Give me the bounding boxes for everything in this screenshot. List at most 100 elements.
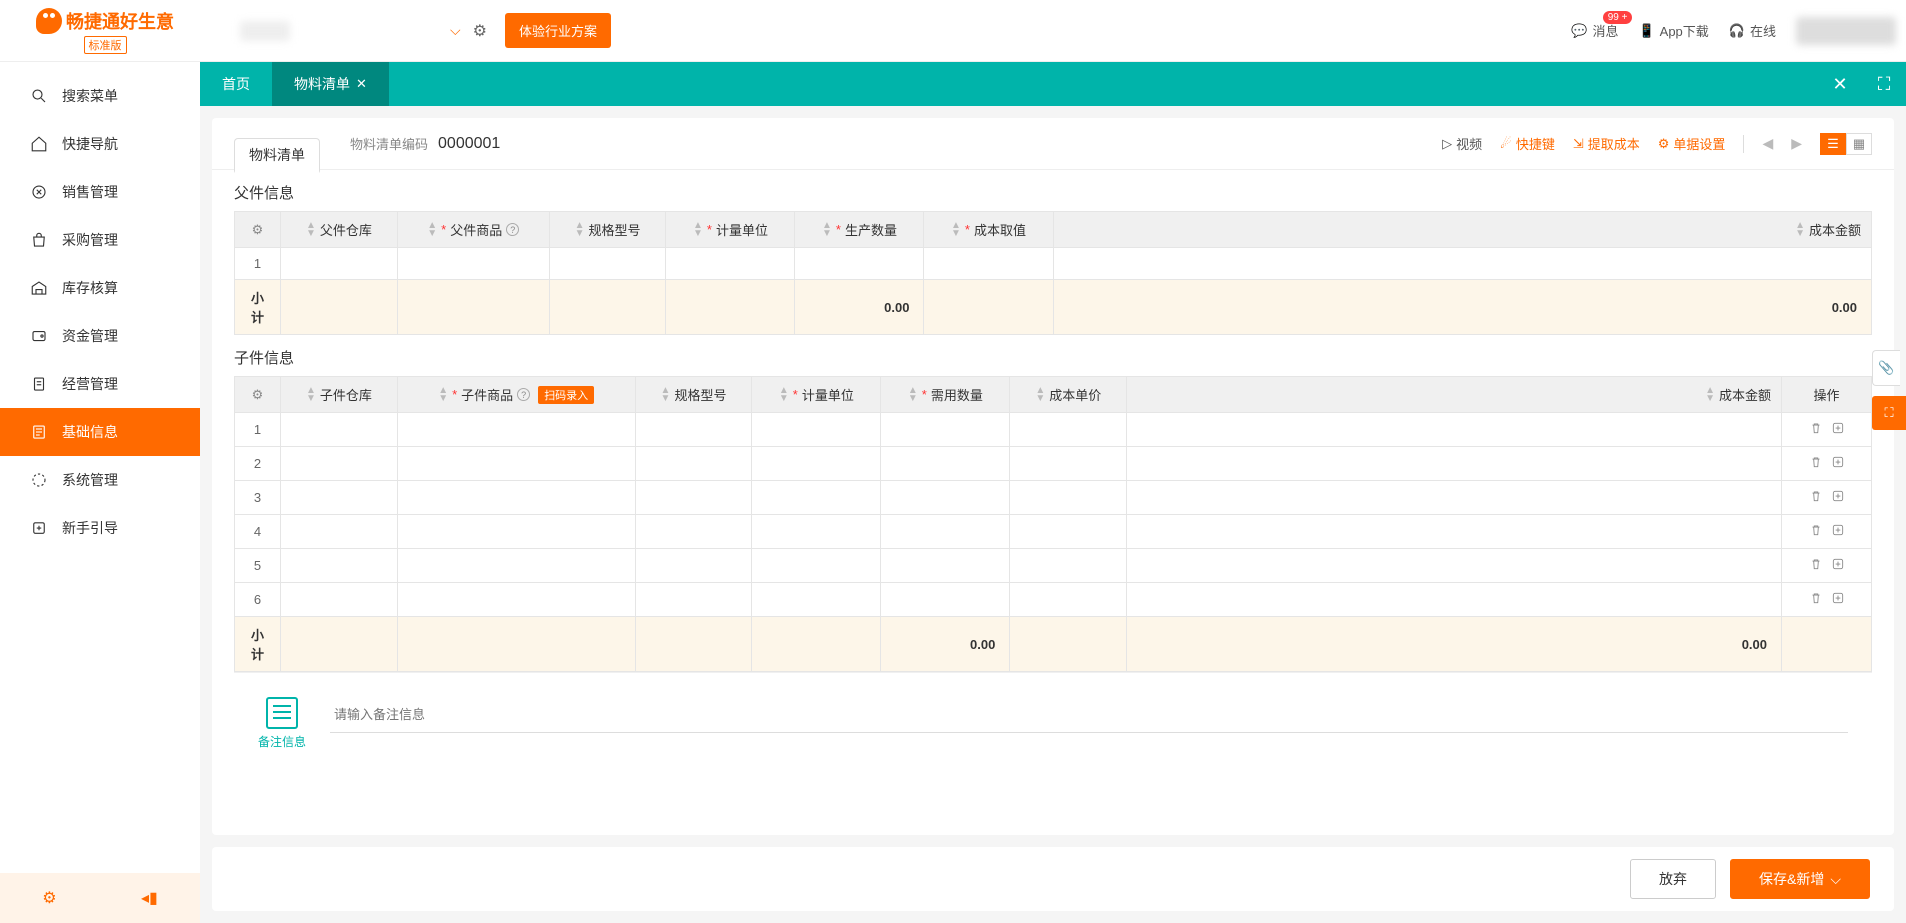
child-cell-unit-cost[interactable]	[1010, 481, 1127, 515]
child-cell-unit[interactable]	[752, 413, 881, 447]
parent-col-cost-method[interactable]: ▲▼*成本取值	[924, 212, 1053, 248]
prev-record-icon[interactable]: ◀	[1762, 135, 1773, 152]
parent-cell-cost-method[interactable]	[924, 248, 1053, 280]
parent-col-product[interactable]: ▲▼*父件商品?	[397, 212, 549, 248]
child-col-cost-amount[interactable]: ▲▼成本金额	[1127, 377, 1782, 413]
delete-row-icon[interactable]	[1809, 455, 1823, 469]
child-cell-cost-amount[interactable]	[1127, 515, 1782, 549]
messages-link[interactable]: 💬 消息 99 +	[1571, 21, 1618, 40]
panel-tab-bom[interactable]: 物料清单	[234, 138, 320, 173]
child-cell-cost-amount[interactable]	[1127, 583, 1782, 617]
attachment-icon[interactable]: 📎	[1872, 350, 1900, 386]
help-icon[interactable]: ?	[506, 223, 519, 236]
parent-col-warehouse[interactable]: ▲▼父件仓库	[281, 212, 398, 248]
parent-cell-spec[interactable]	[549, 248, 666, 280]
maximize-icon[interactable]: ⛶	[1862, 74, 1906, 95]
child-cell-warehouse[interactable]	[281, 583, 398, 617]
app-download-link[interactable]: 📱 App下载	[1638, 21, 1708, 40]
child-cell-warehouse[interactable]	[281, 549, 398, 583]
company-selector[interactable]: ⌵	[240, 21, 473, 41]
child-cell-unit[interactable]	[752, 515, 881, 549]
child-cell-unit[interactable]	[752, 549, 881, 583]
remarks-input[interactable]	[330, 697, 1848, 733]
add-row-icon[interactable]	[1831, 591, 1845, 605]
close-all-tabs-icon[interactable]: ✕	[1818, 74, 1862, 95]
card-view-icon[interactable]: ▦	[1846, 133, 1872, 155]
child-cell-qty[interactable]	[881, 447, 1010, 481]
tab-home[interactable]: 首页	[200, 62, 272, 106]
child-col-spec[interactable]: ▲▼规格型号	[635, 377, 752, 413]
child-cell-unit-cost[interactable]	[1010, 583, 1127, 617]
delete-row-icon[interactable]	[1809, 591, 1823, 605]
sidebar-item-inventory[interactable]: 库存核算	[0, 264, 200, 312]
add-row-icon[interactable]	[1831, 489, 1845, 503]
child-cell-product[interactable]	[397, 583, 635, 617]
shortcut-link[interactable]: ☄快捷键	[1500, 134, 1555, 153]
child-cell-cost-amount[interactable]	[1127, 481, 1782, 515]
parent-col-cost-amount[interactable]: ▲▼成本金额	[1053, 212, 1872, 248]
child-cell-unit[interactable]	[752, 447, 881, 481]
video-link[interactable]: ▷视频	[1442, 134, 1482, 153]
child-row[interactable]: 1	[235, 413, 1872, 447]
add-row-icon[interactable]	[1831, 557, 1845, 571]
sidebar-item-guide[interactable]: 新手引导	[0, 504, 200, 552]
scan-input-tag[interactable]: 扫码录入	[538, 386, 594, 404]
tab-bom[interactable]: 物料清单 ✕	[272, 62, 389, 106]
child-cell-unit[interactable]	[752, 583, 881, 617]
close-icon[interactable]: ✕	[356, 76, 367, 92]
child-cell-qty[interactable]	[881, 549, 1010, 583]
collapse-sidebar-icon[interactable]: ◂▮	[141, 888, 158, 908]
child-cell-unit-cost[interactable]	[1010, 549, 1127, 583]
footer-gear-icon[interactable]: ⚙	[42, 888, 56, 908]
add-row-icon[interactable]	[1831, 455, 1845, 469]
child-cell-qty[interactable]	[881, 481, 1010, 515]
parent-col-unit[interactable]: ▲▼*计量单位	[666, 212, 795, 248]
child-row[interactable]: 6	[235, 583, 1872, 617]
child-col-unit[interactable]: ▲▼*计量单位	[752, 377, 881, 413]
delete-row-icon[interactable]	[1809, 489, 1823, 503]
child-cell-spec[interactable]	[635, 515, 752, 549]
list-view-icon[interactable]: ☰	[1820, 133, 1846, 155]
next-record-icon[interactable]: ▶	[1791, 135, 1802, 152]
parent-col-qty[interactable]: ▲▼*生产数量	[795, 212, 924, 248]
child-cell-qty[interactable]	[881, 583, 1010, 617]
logo[interactable]: 畅捷通好生意 标准版	[10, 8, 200, 54]
add-row-icon[interactable]	[1831, 421, 1845, 435]
delete-row-icon[interactable]	[1809, 557, 1823, 571]
help-icon[interactable]: ?	[517, 388, 530, 401]
parent-cell-unit[interactable]	[666, 248, 795, 280]
parent-row[interactable]: 1	[235, 248, 1872, 280]
parent-cell-warehouse[interactable]	[281, 248, 398, 280]
child-cell-product[interactable]	[397, 515, 635, 549]
child-col-qty[interactable]: ▲▼*需用数量	[881, 377, 1010, 413]
delete-row-icon[interactable]	[1809, 421, 1823, 435]
doc-settings-link[interactable]: ⚙单据设置	[1658, 134, 1726, 153]
child-cell-spec[interactable]	[635, 481, 752, 515]
sidebar-item-search-menu[interactable]: 搜索菜单	[0, 72, 200, 120]
sidebar-item-quick-nav[interactable]: 快捷导航	[0, 120, 200, 168]
save-and-new-button[interactable]: 保存&新增 ⌵	[1730, 859, 1870, 899]
sidebar-item-system[interactable]: 系统管理	[0, 456, 200, 504]
child-cell-qty[interactable]	[881, 413, 1010, 447]
delete-row-icon[interactable]	[1809, 523, 1823, 537]
child-cell-unit-cost[interactable]	[1010, 447, 1127, 481]
user-avatar-blurred[interactable]	[1796, 17, 1896, 45]
sidebar-item-sales[interactable]: 销售管理	[0, 168, 200, 216]
child-row[interactable]: 3	[235, 481, 1872, 515]
child-cell-cost-amount[interactable]	[1127, 549, 1782, 583]
child-cell-unit-cost[interactable]	[1010, 515, 1127, 549]
add-row-icon[interactable]	[1831, 523, 1845, 537]
child-col-product[interactable]: ▲▼*子件商品?扫码录入	[397, 377, 635, 413]
parent-col-spec[interactable]: ▲▼规格型号	[549, 212, 666, 248]
child-cell-product[interactable]	[397, 413, 635, 447]
settings-gear-icon[interactable]: ⚙	[473, 21, 487, 41]
child-cell-spec[interactable]	[635, 447, 752, 481]
fullscreen-icon[interactable]: ⛶	[1872, 396, 1906, 430]
child-col-config[interactable]: ⚙	[235, 377, 281, 413]
online-support-link[interactable]: 🎧 在线	[1729, 21, 1776, 40]
child-cell-spec[interactable]	[635, 413, 752, 447]
parent-cell-qty[interactable]	[795, 248, 924, 280]
parent-cell-product[interactable]	[397, 248, 549, 280]
child-cell-product[interactable]	[397, 481, 635, 515]
child-col-unit-cost[interactable]: ▲▼成本单价	[1010, 377, 1127, 413]
